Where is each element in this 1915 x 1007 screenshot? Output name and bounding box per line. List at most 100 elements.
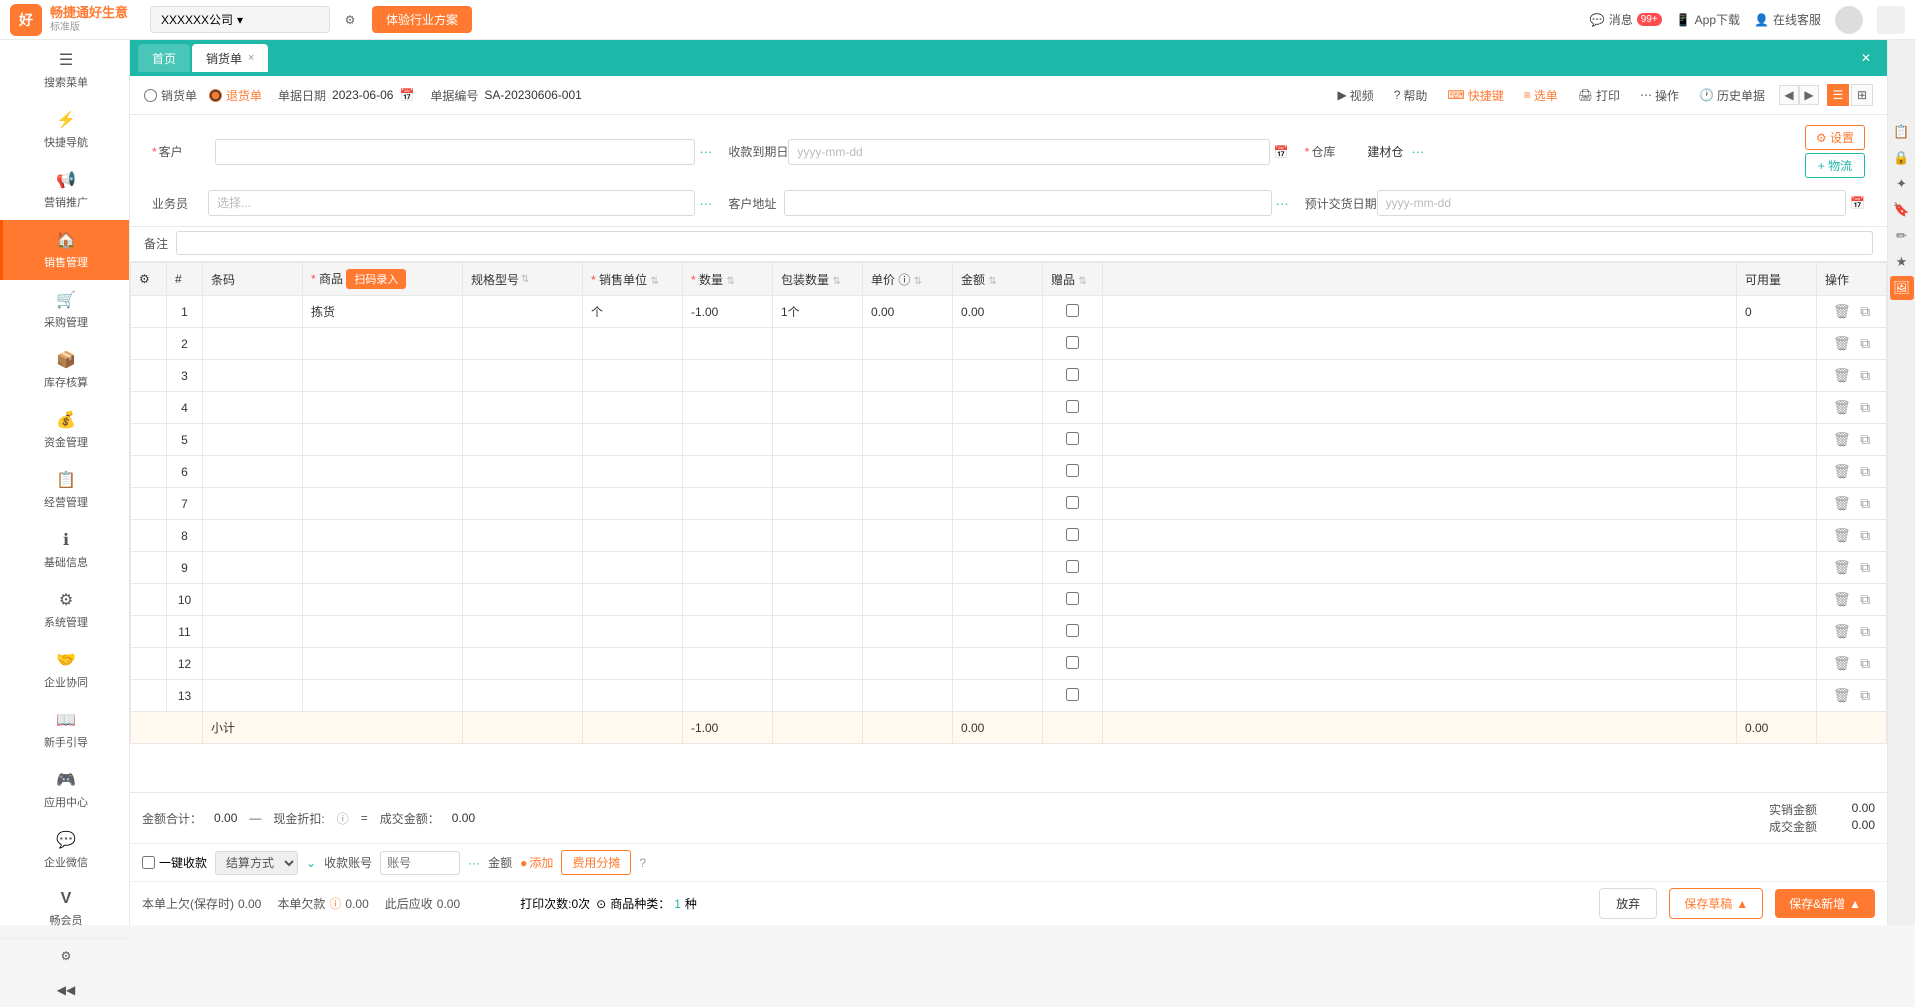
- history-order-button[interactable]: 🕐 历史单据: [1693, 85, 1771, 106]
- row-unit-5[interactable]: [583, 456, 683, 488]
- shortcut-button[interactable]: ⌨ 快捷键: [1441, 85, 1509, 106]
- row-unit-1[interactable]: [583, 328, 683, 360]
- row-pkgqty-5[interactable]: [773, 456, 863, 488]
- row-goods-12[interactable]: [303, 680, 463, 712]
- row-copy-0[interactable]: ⧉: [1857, 303, 1873, 320]
- row-unit-10[interactable]: [583, 616, 683, 648]
- row-unit-8[interactable]: [583, 552, 683, 584]
- row-qty-7[interactable]: [683, 520, 773, 552]
- row-qty-8[interactable]: [683, 552, 773, 584]
- row-unit-9[interactable]: [583, 584, 683, 616]
- row-price-4[interactable]: [863, 424, 953, 456]
- logistics-button[interactable]: + 物流: [1805, 153, 1865, 178]
- one-click-pay-checkbox[interactable]: 一键收款: [142, 854, 207, 871]
- row-spec-12[interactable]: [463, 680, 583, 712]
- row-gift-5[interactable]: [1043, 456, 1103, 488]
- sidebar-item-inventory[interactable]: 📦 库存核算: [0, 340, 129, 400]
- row-price-8[interactable]: [863, 552, 953, 584]
- col-header-settings[interactable]: ⚙: [131, 263, 167, 296]
- row-delete-5[interactable]: 🗑: [1830, 463, 1854, 480]
- row-copy-12[interactable]: ⧉: [1857, 687, 1873, 704]
- radio-sale-order[interactable]: 销货单: [144, 87, 197, 104]
- help-circle-icon[interactable]: ⓘ: [337, 810, 349, 827]
- row-price-5[interactable]: [863, 456, 953, 488]
- row-pkgqty-1[interactable]: [773, 328, 863, 360]
- list-view-button[interactable]: ☰: [1827, 84, 1849, 106]
- row-spec-3[interactable]: [463, 392, 583, 424]
- row-delete-2[interactable]: 🗑: [1830, 367, 1854, 384]
- row-price-12[interactable]: [863, 680, 953, 712]
- row-pkgqty-3[interactable]: [773, 392, 863, 424]
- row-copy-3[interactable]: ⧉: [1857, 399, 1873, 416]
- sidebar-item-system[interactable]: ⚙ 系统管理: [0, 580, 129, 640]
- expense-help-icon[interactable]: ?: [639, 856, 646, 870]
- rp-edit-icon[interactable]: ✏: [1890, 224, 1914, 248]
- row-pkgqty-0[interactable]: 1个: [773, 296, 863, 328]
- row-unit-2[interactable]: [583, 360, 683, 392]
- sidebar-item-marketing[interactable]: 📢 营销推广: [0, 160, 129, 220]
- rp-notes-icon[interactable]: 📋: [1890, 120, 1914, 144]
- row-spec-11[interactable]: [463, 648, 583, 680]
- row-goods-9[interactable]: [303, 584, 463, 616]
- select-order-button[interactable]: ≡ 选单: [1518, 85, 1564, 106]
- sidebar-item-sales[interactable]: 🏠 销售管理: [0, 220, 129, 280]
- tab-close-icon[interactable]: ×: [248, 52, 254, 64]
- row-goods-11[interactable]: [303, 648, 463, 680]
- row-qty-0[interactable]: -1.00: [683, 296, 773, 328]
- row-amount-10[interactable]: [953, 616, 1043, 648]
- due-date-calendar-icon[interactable]: 📅: [1274, 145, 1289, 159]
- customer-dots-icon[interactable]: ···: [699, 144, 712, 159]
- row-pkgqty-11[interactable]: [773, 648, 863, 680]
- row-qty-1[interactable]: [683, 328, 773, 360]
- calc-method-dots[interactable]: ⌄: [306, 856, 316, 870]
- row-price-11[interactable]: [863, 648, 953, 680]
- topbar-settings-icon[interactable]: ⚙: [336, 6, 364, 34]
- row-barcode-3[interactable]: [203, 392, 303, 424]
- row-goods-3[interactable]: [303, 392, 463, 424]
- row-barcode-12[interactable]: [203, 680, 303, 712]
- row-barcode-2[interactable]: [203, 360, 303, 392]
- add-payment-button[interactable]: ● 添加: [520, 854, 553, 871]
- row-amount-2[interactable]: [953, 360, 1043, 392]
- row-amount-7[interactable]: [953, 520, 1043, 552]
- row-goods-7[interactable]: [303, 520, 463, 552]
- sidebar-item-operations[interactable]: 📋 经营管理: [0, 460, 129, 520]
- row-price-6[interactable]: [863, 488, 953, 520]
- row-barcode-0[interactable]: [203, 296, 303, 328]
- row-gift-7[interactable]: [1043, 520, 1103, 552]
- row-unit-0[interactable]: 个: [583, 296, 683, 328]
- sidebar-item-basics[interactable]: ℹ 基础信息: [0, 520, 129, 580]
- app-download-button[interactable]: 📱 App下载: [1676, 11, 1740, 28]
- account-input[interactable]: [380, 851, 460, 875]
- row-spec-4[interactable]: [463, 424, 583, 456]
- sidebar-item-appstore[interactable]: 🎮 应用中心: [0, 760, 129, 820]
- row-copy-10[interactable]: ⧉: [1857, 623, 1873, 640]
- help-button[interactable]: ? 帮助: [1388, 85, 1434, 106]
- row-delete-10[interactable]: 🗑: [1830, 623, 1854, 640]
- row-gift-0[interactable]: [1043, 296, 1103, 328]
- row-barcode-9[interactable]: [203, 584, 303, 616]
- row-price-7[interactable]: [863, 520, 953, 552]
- row-barcode-10[interactable]: [203, 616, 303, 648]
- online-service-button[interactable]: 👤 在线客服: [1754, 11, 1821, 28]
- row-qty-3[interactable]: [683, 392, 773, 424]
- sidebar-item-quicknav[interactable]: ⚡ 快捷导航: [0, 100, 129, 160]
- row-qty-9[interactable]: [683, 584, 773, 616]
- row-goods-5[interactable]: [303, 456, 463, 488]
- row-gift-8[interactable]: [1043, 552, 1103, 584]
- row-qty-5[interactable]: [683, 456, 773, 488]
- row-spec-8[interactable]: [463, 552, 583, 584]
- tab-sale-order[interactable]: 销货单 ×: [192, 44, 268, 72]
- row-spec-7[interactable]: [463, 520, 583, 552]
- row-copy-6[interactable]: ⧉: [1857, 495, 1873, 512]
- row-goods-2[interactable]: [303, 360, 463, 392]
- row-amount-12[interactable]: [953, 680, 1043, 712]
- row-pkgqty-7[interactable]: [773, 520, 863, 552]
- row-goods-10[interactable]: [303, 616, 463, 648]
- row-copy-8[interactable]: ⧉: [1857, 559, 1873, 576]
- row-copy-4[interactable]: ⧉: [1857, 431, 1873, 448]
- expense-split-button[interactable]: 费用分摊: [561, 850, 631, 875]
- row-copy-2[interactable]: ⧉: [1857, 367, 1873, 384]
- row-barcode-4[interactable]: [203, 424, 303, 456]
- operations-button[interactable]: ⋯ 操作: [1634, 85, 1685, 106]
